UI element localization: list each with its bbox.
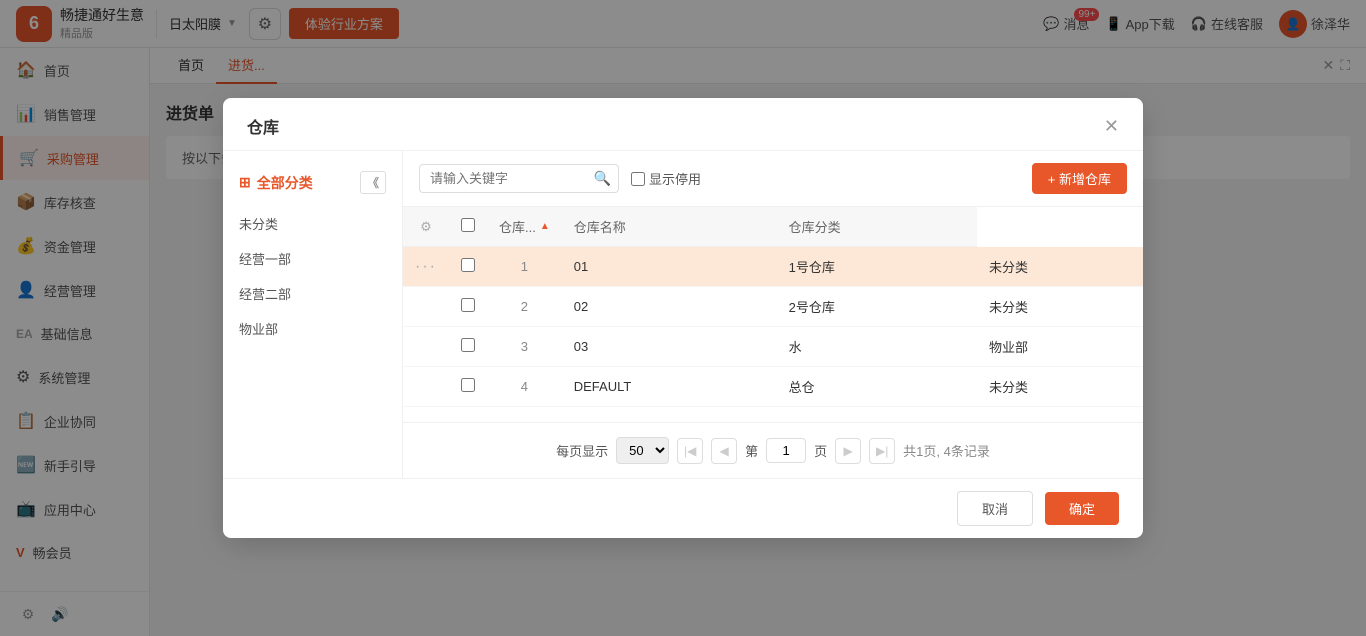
th-category-text: 仓库分类 bbox=[789, 217, 841, 236]
row-code-cell: 03 bbox=[562, 327, 777, 367]
row-actions-cell bbox=[403, 367, 449, 407]
modal-toolbar: 🔍 显示停用 + 新增仓库 bbox=[403, 151, 1143, 207]
row-name-cell: 2号仓库 bbox=[777, 287, 977, 327]
modal-body: ⊞ 全部分类 《 未分类 经营一部 经营二部 物业部 🔍 bbox=[223, 151, 1143, 478]
next-page-btn[interactable]: ▶ bbox=[835, 438, 861, 464]
row-actions-cell bbox=[403, 287, 449, 327]
row-name-cell: 总仓 bbox=[777, 367, 977, 407]
table-row[interactable]: 4 DEFAULT 总仓 未分类 bbox=[403, 367, 1143, 407]
cat-item-property[interactable]: 物业部 bbox=[223, 311, 402, 346]
show-disabled-text: 显示停用 bbox=[649, 169, 701, 188]
row-name-cell: 水 bbox=[777, 327, 977, 367]
modal-title: 仓库 bbox=[247, 114, 279, 138]
row-category-cell: 物业部 bbox=[977, 327, 1143, 367]
warehouse-table: ⚙ 仓库... ▲ bbox=[403, 207, 1143, 407]
collapse-icon[interactable]: 《 bbox=[360, 171, 386, 194]
row-checkbox-cell bbox=[449, 327, 487, 367]
prev-page-btn[interactable]: ◀ bbox=[711, 438, 737, 464]
th-gear: ⚙ bbox=[403, 207, 449, 247]
row-num-cell: 1 bbox=[487, 247, 562, 287]
modal-main-content: 🔍 显示停用 + 新增仓库 ⚙ bbox=[403, 151, 1143, 478]
sort-icon[interactable]: ▲ bbox=[540, 221, 550, 232]
row-category-cell: 未分类 bbox=[977, 367, 1143, 407]
th-number: 仓库... ▲ bbox=[487, 207, 562, 247]
first-page-btn[interactable]: |◀ bbox=[677, 438, 703, 464]
last-page-btn[interactable]: ▶| bbox=[869, 438, 895, 464]
row-actions-cell: ··· bbox=[403, 247, 449, 287]
row-checkbox[interactable] bbox=[461, 378, 475, 392]
cat-item-operation1[interactable]: 经营一部 bbox=[223, 241, 402, 276]
table-header-row: ⚙ 仓库... ▲ bbox=[403, 207, 1143, 247]
pagination: 每页显示 50 |◀ ◀ 第 页 ▶ ▶| 共1页, 4条记录 bbox=[403, 422, 1143, 478]
warehouse-table-wrap: ⚙ 仓库... ▲ bbox=[403, 207, 1143, 422]
th-category: 仓库分类 bbox=[777, 207, 977, 247]
total-info: 共1页, 4条记录 bbox=[903, 441, 990, 460]
page-label: 页 bbox=[814, 441, 827, 460]
cat-item-operation2[interactable]: 经营二部 bbox=[223, 276, 402, 311]
show-disabled-label[interactable]: 显示停用 bbox=[631, 169, 701, 188]
row-code-cell: DEFAULT bbox=[562, 367, 777, 407]
table-row[interactable]: ··· 1 01 1号仓库 未分类 bbox=[403, 247, 1143, 287]
modal-category-sidebar: ⊞ 全部分类 《 未分类 经营一部 经营二部 物业部 bbox=[223, 151, 403, 478]
page-input[interactable] bbox=[766, 438, 806, 463]
all-categories-label: 全部分类 bbox=[257, 173, 313, 193]
th-checkbox bbox=[449, 207, 487, 247]
modal-header: 仓库 ✕ bbox=[223, 98, 1143, 151]
per-page-select[interactable]: 50 bbox=[616, 437, 669, 464]
modal-category-header: ⊞ 全部分类 《 bbox=[223, 163, 402, 206]
show-disabled-checkbox[interactable] bbox=[631, 172, 645, 186]
per-page-label: 每页显示 bbox=[556, 441, 608, 460]
row-code-cell: 02 bbox=[562, 287, 777, 327]
row-category-cell: 未分类 bbox=[977, 287, 1143, 327]
modal-close-button[interactable]: ✕ bbox=[1104, 116, 1119, 137]
modal-footer: 取消 确定 bbox=[223, 478, 1143, 538]
row-checkbox[interactable] bbox=[461, 338, 475, 352]
table-row[interactable]: 3 03 水 物业部 bbox=[403, 327, 1143, 367]
search-wrap: 🔍 bbox=[419, 164, 619, 193]
cat-item-unclassified[interactable]: 未分类 bbox=[223, 206, 402, 241]
grid-icon: ⊞ bbox=[239, 174, 251, 191]
row-checkbox-cell bbox=[449, 367, 487, 407]
modal-overlay: 仓库 ✕ ⊞ 全部分类 《 未分类 经营一部 经营二部 物业部 bbox=[0, 0, 1366, 636]
add-warehouse-button[interactable]: + 新增仓库 bbox=[1032, 163, 1127, 194]
cancel-button[interactable]: 取消 bbox=[957, 491, 1033, 526]
row-name-cell: 1号仓库 bbox=[777, 247, 977, 287]
table-row[interactable]: 2 02 2号仓库 未分类 bbox=[403, 287, 1143, 327]
confirm-button[interactable]: 确定 bbox=[1045, 492, 1119, 525]
row-actions-icon[interactable]: ··· bbox=[415, 258, 437, 275]
row-checkbox[interactable] bbox=[461, 258, 475, 272]
warehouse-modal: 仓库 ✕ ⊞ 全部分类 《 未分类 经营一部 经营二部 物业部 bbox=[223, 98, 1143, 538]
row-checkbox[interactable] bbox=[461, 298, 475, 312]
select-all-checkbox[interactable] bbox=[461, 218, 475, 232]
search-icon[interactable]: 🔍 bbox=[594, 170, 611, 187]
gear-icon: ⚙ bbox=[420, 219, 432, 234]
th-name-text: 仓库名称 bbox=[574, 217, 626, 236]
page-label-pre: 第 bbox=[745, 441, 758, 460]
th-name: 仓库名称 bbox=[562, 207, 777, 247]
row-num-cell: 3 bbox=[487, 327, 562, 367]
search-input[interactable] bbox=[419, 164, 619, 193]
row-checkbox-cell bbox=[449, 247, 487, 287]
row-code-cell: 01 bbox=[562, 247, 777, 287]
row-actions-cell bbox=[403, 327, 449, 367]
row-num-cell: 2 bbox=[487, 287, 562, 327]
th-number-text: 仓库... bbox=[499, 217, 536, 236]
row-checkbox-cell bbox=[449, 287, 487, 327]
row-num-cell: 4 bbox=[487, 367, 562, 407]
row-category-cell: 未分类 bbox=[977, 247, 1143, 287]
